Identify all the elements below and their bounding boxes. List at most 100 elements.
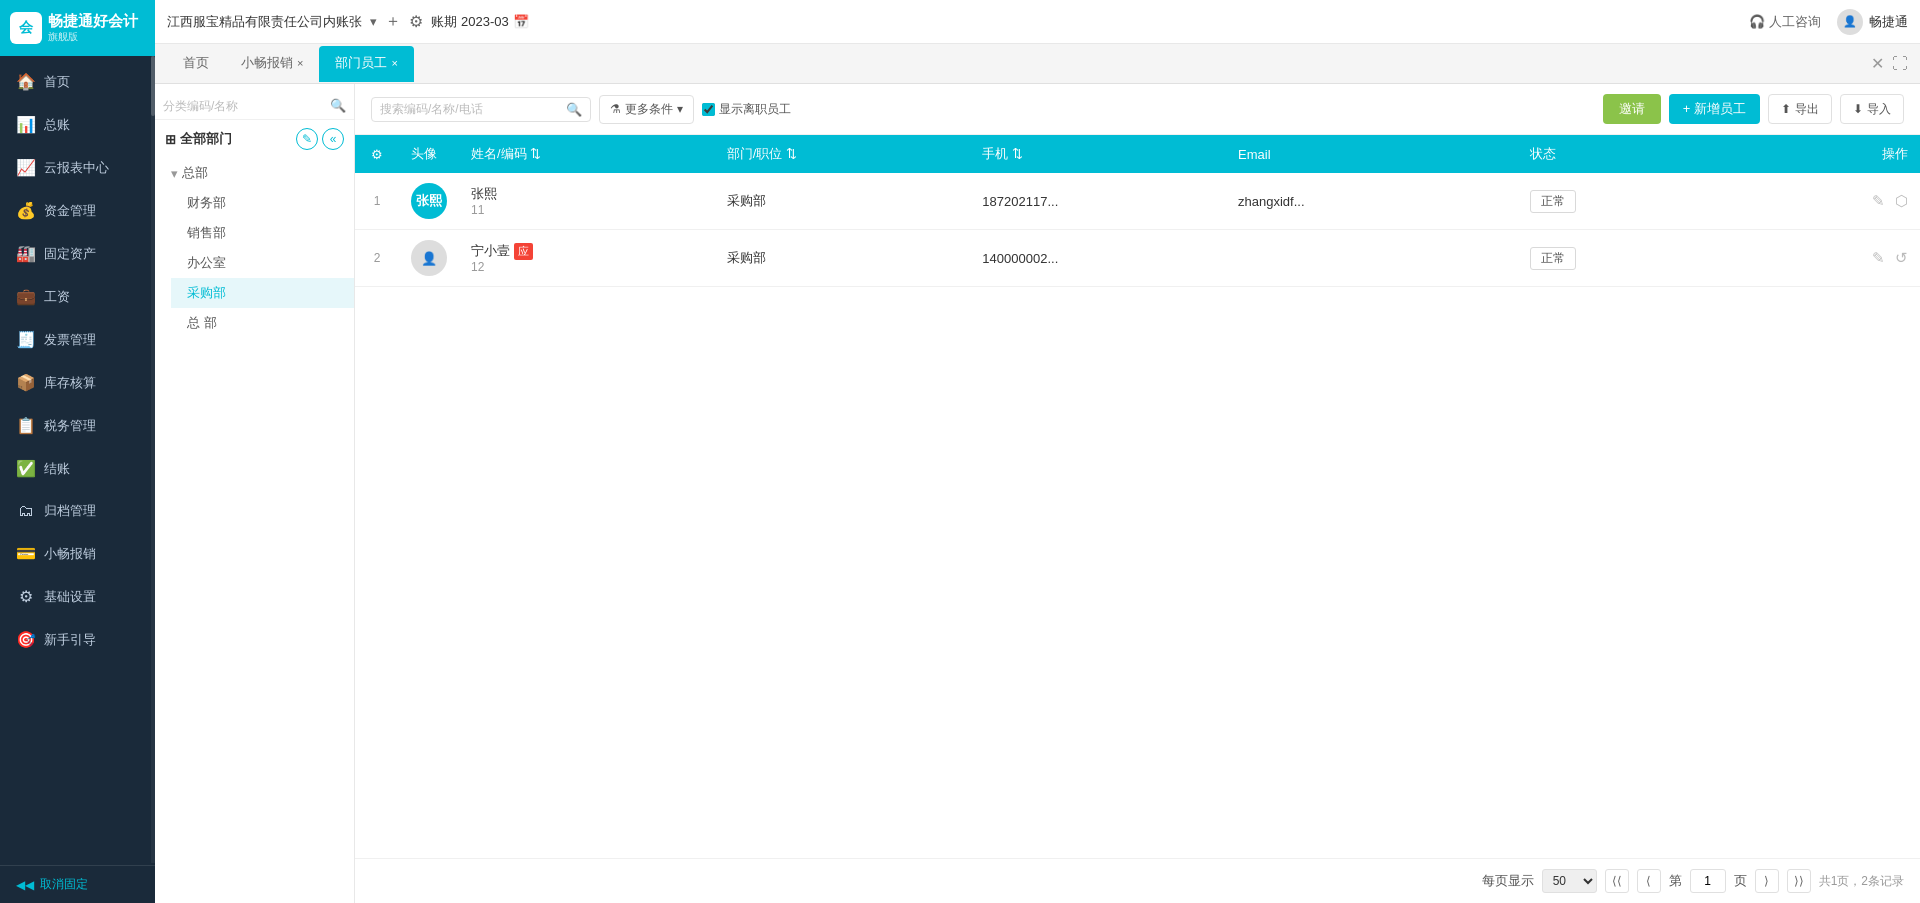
expense-icon: 💳 <box>16 544 36 563</box>
sidebar-item-settings[interactable]: ⚙ 基础设置 <box>0 575 155 618</box>
last-page-btn[interactable]: ⟩⟩ <box>1787 869 1811 893</box>
status-badge: 正常 <box>1530 247 1576 270</box>
calendar-icon[interactable]: 📅 <box>513 14 529 29</box>
sidebar-item-checkout[interactable]: ✅ 结账 <box>0 447 155 490</box>
dept-actions: ✎ « <box>296 128 344 150</box>
th-dept[interactable]: 部门/职位 ⇅ <box>715 135 971 173</box>
tab-employees[interactable]: 部门员工 × <box>319 46 413 82</box>
nav-label-ledger: 总账 <box>44 116 70 134</box>
dept-node-purchase[interactable]: 采购部 <box>171 278 354 308</box>
prev-page-btn[interactable]: ⟨ <box>1637 869 1661 893</box>
export-btn[interactable]: ⬆ 导出 <box>1768 94 1832 124</box>
invite-btn[interactable]: 邀请 <box>1603 94 1661 124</box>
chevron-down-icon: ▾ <box>677 102 683 116</box>
more-btn[interactable]: ↺ <box>1895 249 1908 267</box>
tab-close-icon[interactable]: ✕ <box>1871 54 1884 73</box>
sidebar-item-archive[interactable]: 🗂 归档管理 <box>0 490 155 532</box>
dept-header: ⊞ 全部部门 ✎ « <box>155 120 354 158</box>
sidebar-item-assets[interactable]: 🏭 固定资产 <box>0 232 155 275</box>
search-icon[interactable]: 🔍 <box>566 102 582 117</box>
sidebar-item-funds[interactable]: 💰 资金管理 <box>0 189 155 232</box>
cell-avatar: 👤 <box>399 230 459 287</box>
dept-node-hq2[interactable]: 总 部 <box>171 308 354 338</box>
cell-dept: 采购部 <box>715 230 971 287</box>
topbar: 江西服宝精品有限责任公司内账张 ▾ ＋ ⚙ 账期 2023-03 📅 🎧 人工咨… <box>155 0 1920 44</box>
dept-collapse-btn[interactable]: « <box>322 128 344 150</box>
salary-icon: 💼 <box>16 287 36 306</box>
filter-btn[interactable]: ⚗ 更多条件 ▾ <box>599 95 694 124</box>
nav-label-invoice: 发票管理 <box>44 331 96 349</box>
tabs-right: ✕ ⛶ <box>1871 54 1908 73</box>
all-dept-btn[interactable]: ⊞ 全部部门 <box>165 130 232 148</box>
service-btn[interactable]: 🎧 人工咨询 <box>1749 13 1821 31</box>
dept-search-icon[interactable]: 🔍 <box>330 98 346 113</box>
scrollbar-thumb[interactable] <box>151 56 155 116</box>
edit-btn[interactable]: ✎ <box>1872 249 1885 267</box>
dept-parent-hq[interactable]: ▾ 总部 <box>163 158 354 188</box>
sidebar-item-reports[interactable]: 📈 云报表中心 <box>0 146 155 189</box>
tab-expense[interactable]: 小畅报销 × <box>225 46 319 82</box>
tab-expand-icon[interactable]: ⛶ <box>1892 55 1908 73</box>
sidebar-item-expense[interactable]: 💳 小畅报销 <box>0 532 155 575</box>
pagination: 每页显示 50 20 100 ⟨⟨ ⟨ 第 页 ⟩ ⟩⟩ 共1页，2条记录 <box>355 858 1920 903</box>
import-btn[interactable]: ⬇ 导入 <box>1840 94 1904 124</box>
status-badge: 正常 <box>1530 190 1576 213</box>
first-page-btn[interactable]: ⟨⟨ <box>1605 869 1629 893</box>
th-settings[interactable]: ⚙ <box>355 135 399 173</box>
nav-label-expense: 小畅报销 <box>44 545 96 563</box>
sidebar-item-invoice[interactable]: 🧾 发票管理 <box>0 318 155 361</box>
th-phone[interactable]: 手机 ⇅ <box>970 135 1226 173</box>
sidebar-item-salary[interactable]: 💼 工资 <box>0 275 155 318</box>
dept-edit-btn[interactable]: ✎ <box>296 128 318 150</box>
show-resigned-input[interactable] <box>702 103 715 116</box>
th-email: Email <box>1226 135 1518 173</box>
topbar-settings-icon[interactable]: ⚙ <box>409 12 423 31</box>
scrollbar-track[interactable] <box>151 56 155 863</box>
page-suffix: 页 <box>1734 872 1747 890</box>
toolbar-right: 邀请 + 新增员工 ⬆ 导出 ⬇ 导入 <box>1603 94 1904 124</box>
sidebar-nav: 🏠 首页 📊 总账 📈 云报表中心 💰 资金管理 🏭 固定资产 💼 工资 🧾 发… <box>0 56 155 865</box>
th-name[interactable]: 姓名/编码 ⇅ <box>459 135 715 173</box>
show-resigned-checkbox[interactable]: 显示离职员工 <box>702 101 791 118</box>
cell-email <box>1226 230 1518 287</box>
app-sub: 旗舰版 <box>48 30 138 44</box>
topbar-right: 🎧 人工咨询 👤 畅捷通 <box>1749 9 1908 35</box>
avatar: 张熙 <box>411 183 447 219</box>
sidebar-item-home[interactable]: 🏠 首页 <box>0 60 155 103</box>
unpin-btn[interactable]: ◀◀ 取消固定 <box>0 865 155 903</box>
cell-email: zhangxidf... <box>1226 173 1518 230</box>
sidebar-item-inventory[interactable]: 📦 库存核算 <box>0 361 155 404</box>
dept-search-input[interactable] <box>163 99 326 113</box>
th-status: 状态 <box>1518 135 1737 173</box>
dept-node-sales[interactable]: 销售部 <box>171 218 354 248</box>
add-company-btn[interactable]: ＋ <box>385 11 401 32</box>
nav-label-checkout: 结账 <box>44 460 70 478</box>
funds-icon: 💰 <box>16 201 36 220</box>
per-page-label: 每页显示 <box>1482 872 1534 890</box>
company-dropdown-icon[interactable]: ▾ <box>370 14 377 29</box>
dept-node-office[interactable]: 办公室 <box>171 248 354 278</box>
per-page-select[interactable]: 50 20 100 <box>1542 869 1597 893</box>
employee-search-input[interactable] <box>380 102 566 116</box>
sidebar-item-guide[interactable]: 🎯 新手引导 <box>0 618 155 661</box>
nav-label-tax: 税务管理 <box>44 417 96 435</box>
row-num: 1 <box>355 173 399 230</box>
sidebar-item-tax[interactable]: 📋 税务管理 <box>0 404 155 447</box>
right-panel: 🔍 ⚗ 更多条件 ▾ 显示离职员工 邀请 + 新增员工 ⬆ 导出 <box>355 84 1920 903</box>
tab-home[interactable]: 首页 <box>167 46 225 82</box>
tab-expense-close[interactable]: × <box>297 57 303 69</box>
add-employee-btn[interactable]: + 新增员工 <box>1669 94 1760 124</box>
edit-btn[interactable]: ✎ <box>1872 192 1885 210</box>
invoice-icon: 🧾 <box>16 330 36 349</box>
app-name: 畅捷通好会计 <box>48 12 138 30</box>
ledger-icon: 📊 <box>16 115 36 134</box>
next-page-btn[interactable]: ⟩ <box>1755 869 1779 893</box>
archive-icon: 🗂 <box>16 502 36 520</box>
more-btn[interactable]: ⬡ <box>1895 192 1908 210</box>
page-input[interactable] <box>1690 869 1726 893</box>
user-info[interactable]: 👤 畅捷通 <box>1837 9 1908 35</box>
filter-icon: ⚗ <box>610 102 621 116</box>
dept-node-finance[interactable]: 财务部 <box>171 188 354 218</box>
sidebar-item-ledger[interactable]: 📊 总账 <box>0 103 155 146</box>
tab-employees-close[interactable]: × <box>391 57 397 69</box>
